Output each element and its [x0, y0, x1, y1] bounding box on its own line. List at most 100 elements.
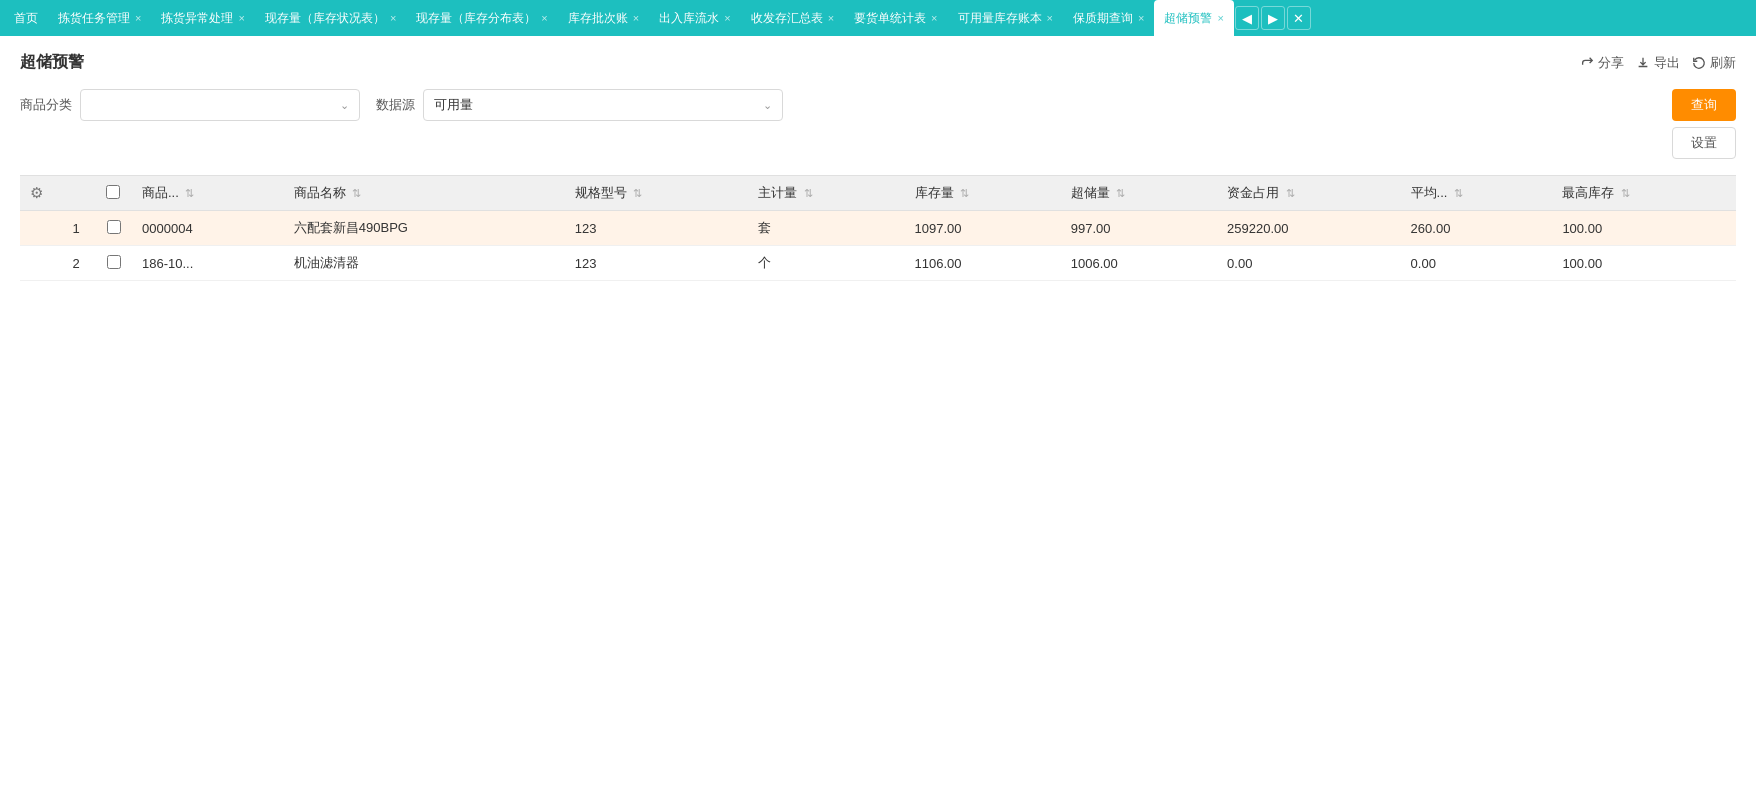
sort-max-stock-icon: ⇅ — [1621, 187, 1630, 199]
nav-tab-avail-stock[interactable]: 可用量库存账本 × — [948, 0, 1063, 36]
sort-avg-icon: ⇅ — [1454, 187, 1463, 199]
nav-tab-task-mgmt[interactable]: 拣货任务管理 × — [48, 0, 151, 36]
filter-category-chevron-icon: ⌄ — [340, 99, 349, 112]
sort-capital-occ-icon: ⇅ — [1286, 187, 1295, 199]
col-header-unit[interactable]: 主计量 ⇅ — [748, 176, 904, 211]
nav-tab-quality-check[interactable]: 保质期查询 × — [1063, 0, 1154, 36]
row-index-1: 2 — [56, 246, 96, 281]
page-header: 超储预警 分享 导出 刷新 — [20, 52, 1736, 73]
refresh-button[interactable]: 刷新 — [1692, 54, 1736, 72]
row-stock-qty-1: 1106.00 — [905, 246, 1061, 281]
nav-tab-overstock-warn[interactable]: 超储预警 × — [1154, 0, 1233, 36]
nav-tab-recv-send[interactable]: 收发存汇总表 × — [741, 0, 844, 36]
row-product-code-0: 0000004 — [132, 211, 284, 246]
col-header-avg[interactable]: 平均... ⇅ — [1401, 176, 1553, 211]
nav-tab-order-stat[interactable]: 要货单统计表 × — [844, 0, 947, 36]
close-tab-stock-batch[interactable]: × — [633, 12, 639, 24]
close-tab-stock-dist[interactable]: × — [541, 12, 547, 24]
col-header-product-name[interactable]: 商品名称 ⇅ — [284, 176, 565, 211]
sort-overstock-qty-icon: ⇅ — [1116, 187, 1125, 199]
filter-buttons: 查询 设置 — [1672, 89, 1736, 159]
data-table: ⚙ 商品... ⇅ 商品名称 ⇅ 规格型号 ⇅ — [20, 175, 1736, 281]
row-product-code-1: 186-10... — [132, 246, 284, 281]
row-checkbox-0 — [96, 211, 132, 246]
row-gear-1 — [20, 246, 56, 281]
close-tab-inout-flow[interactable]: × — [724, 12, 730, 24]
sort-stock-qty-icon: ⇅ — [960, 187, 969, 199]
close-tab-order-stat[interactable]: × — [931, 12, 937, 24]
row-unit-0: 套 — [748, 211, 904, 246]
share-button[interactable]: 分享 — [1580, 54, 1624, 72]
close-tab-overstock-warn[interactable]: × — [1217, 12, 1223, 24]
page-title: 超储预警 — [20, 52, 84, 73]
top-nav: 首页 拣货任务管理 × 拣货异常处理 × 现存量（库存状况表） × 现存量（库存… — [0, 0, 1756, 36]
col-header-max-stock[interactable]: 最高库存 ⇅ — [1552, 176, 1736, 211]
nav-tab-stock-dist[interactable]: 现存量（库存分布表） × — [406, 0, 557, 36]
filter-datasource-label: 数据源 — [376, 96, 415, 114]
col-header-gear: ⚙ — [20, 176, 56, 211]
row-spec-0: 123 — [565, 211, 749, 246]
close-tab-recv-send[interactable]: × — [828, 12, 834, 24]
row-unit-1: 个 — [748, 246, 904, 281]
table-row: 2 186-10... 机油滤清器 123 个 1106.00 1006.00 … — [20, 246, 1736, 281]
nav-tab-stock-status[interactable]: 现存量（库存状况表） × — [255, 0, 406, 36]
query-button[interactable]: 查询 — [1672, 89, 1736, 121]
filter-area: 商品分类 ⌄ 数据源 可用量 ⌄ 查询 设置 — [20, 89, 1736, 159]
filter-category-select[interactable]: ⌄ — [80, 89, 360, 121]
settings-button[interactable]: 设置 — [1672, 127, 1736, 159]
row-index-0: 1 — [56, 211, 96, 246]
col-header-product-code[interactable]: 商品... ⇅ — [132, 176, 284, 211]
sort-spec-icon: ⇅ — [633, 187, 642, 199]
close-tab-abnormal-proc[interactable]: × — [238, 12, 244, 24]
row-select-checkbox-1[interactable] — [107, 255, 121, 269]
sort-product-name-icon: ⇅ — [352, 187, 361, 199]
row-stock-qty-0: 1097.00 — [905, 211, 1061, 246]
row-product-name-1: 机油滤清器 — [284, 246, 565, 281]
row-max-stock-1: 100.00 — [1552, 246, 1736, 281]
row-capital-occ-1: 0.00 — [1217, 246, 1401, 281]
col-header-stock-qty[interactable]: 库存量 ⇅ — [905, 176, 1061, 211]
col-header-capital-occ[interactable]: 资金占用 ⇅ — [1217, 176, 1401, 211]
row-capital-occ-0: 259220.00 — [1217, 211, 1401, 246]
close-tab-task-mgmt[interactable]: × — [135, 12, 141, 24]
sort-product-code-icon: ⇅ — [185, 187, 194, 199]
close-tab-stock-status[interactable]: × — [390, 12, 396, 24]
col-header-index — [56, 176, 96, 211]
table-row: 1 0000004 六配套新昌490BPG 123 套 1097.00 997.… — [20, 211, 1736, 246]
filter-category-label: 商品分类 — [20, 96, 72, 114]
table-header-row: ⚙ 商品... ⇅ 商品名称 ⇅ 规格型号 ⇅ — [20, 176, 1736, 211]
row-overstock-qty-1: 1006.00 — [1061, 246, 1217, 281]
close-tab-avail-stock[interactable]: × — [1047, 12, 1053, 24]
filter-datasource-chevron-icon: ⌄ — [763, 99, 772, 112]
row-avg-1: 0.00 — [1401, 246, 1553, 281]
export-icon — [1636, 56, 1650, 70]
row-checkbox-1 — [96, 246, 132, 281]
row-product-name-0: 六配套新昌490BPG — [284, 211, 565, 246]
nav-tab-home[interactable]: 首页 — [4, 0, 48, 36]
page-content: 超储预警 分享 导出 刷新 商品 — [0, 36, 1756, 800]
col-header-spec[interactable]: 规格型号 ⇅ — [565, 176, 749, 211]
nav-tab-stock-batch[interactable]: 库存批次账 × — [558, 0, 649, 36]
filter-datasource-value: 可用量 — [434, 96, 473, 114]
col-header-overstock-qty[interactable]: 超储量 ⇅ — [1061, 176, 1217, 211]
sort-unit-icon: ⇅ — [804, 187, 813, 199]
export-button[interactable]: 导出 — [1636, 54, 1680, 72]
nav-arrow-close-all[interactable]: ✕ — [1287, 6, 1311, 30]
filter-datasource: 数据源 可用量 ⌄ — [376, 89, 783, 121]
row-avg-0: 260.00 — [1401, 211, 1553, 246]
nav-arrow-right[interactable]: ▶ — [1261, 6, 1285, 30]
row-select-checkbox-0[interactable] — [107, 220, 121, 234]
row-max-stock-0: 100.00 — [1552, 211, 1736, 246]
settings-col-icon[interactable]: ⚙ — [30, 184, 43, 201]
filter-category: 商品分类 ⌄ — [20, 89, 360, 121]
share-icon — [1580, 56, 1594, 70]
col-header-checkbox — [96, 176, 132, 211]
nav-arrow-left[interactable]: ◀ — [1235, 6, 1259, 30]
filter-datasource-select[interactable]: 可用量 ⌄ — [423, 89, 783, 121]
nav-tab-abnormal-proc[interactable]: 拣货异常处理 × — [151, 0, 254, 36]
row-spec-1: 123 — [565, 246, 749, 281]
select-all-checkbox[interactable] — [106, 185, 120, 199]
row-gear-0 — [20, 211, 56, 246]
close-tab-quality-check[interactable]: × — [1138, 12, 1144, 24]
nav-tab-inout-flow[interactable]: 出入库流水 × — [649, 0, 740, 36]
